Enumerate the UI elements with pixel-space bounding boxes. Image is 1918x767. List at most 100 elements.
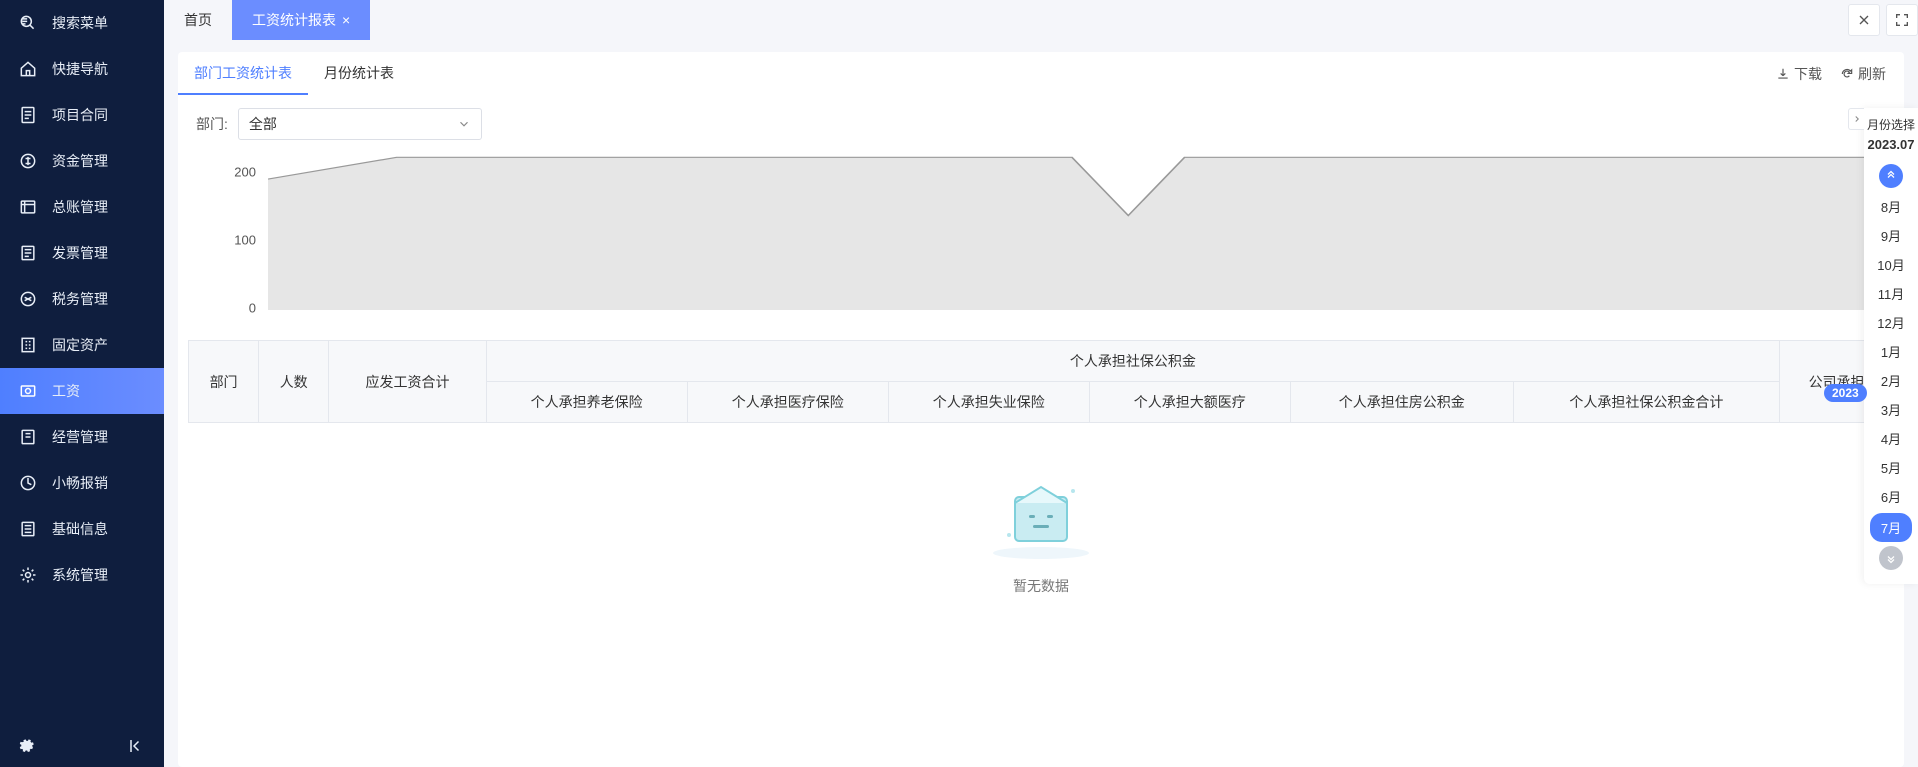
- year-badge: 2023: [1824, 384, 1867, 402]
- tab-salary-report[interactable]: 工资统计报表 ×: [232, 0, 370, 40]
- sidebar-item-label: 小畅报销: [52, 473, 108, 493]
- month-item-7月[interactable]: 7月: [1870, 513, 1912, 542]
- dept-select-value: 全部: [249, 114, 277, 134]
- sidebar-item-label: 搜索菜单: [52, 13, 108, 33]
- doc-icon: [18, 105, 38, 125]
- sidebar-item-label: 税务管理: [52, 289, 108, 309]
- month-item-4月[interactable]: 4月: [1864, 424, 1918, 453]
- col-p-medical: 个人承担医疗保险: [687, 382, 888, 423]
- refresh-button[interactable]: 刷新: [1840, 64, 1886, 84]
- sidebar-item-label: 工资: [52, 381, 80, 401]
- fullscreen-button[interactable]: [1886, 4, 1918, 36]
- sidebar-item-label: 总账管理: [52, 197, 108, 217]
- col-p-unemp: 个人承担失业保险: [888, 382, 1089, 423]
- sidebar-item-2[interactable]: 项目合同: [0, 92, 164, 138]
- col-p-pension: 个人承担养老保险: [486, 382, 687, 423]
- sidebar-item-8[interactable]: 工资: [0, 368, 164, 414]
- col-p-housing: 个人承担住房公积金: [1290, 382, 1513, 423]
- salary-icon: [18, 381, 38, 401]
- dept-select[interactable]: 全部: [238, 108, 482, 140]
- sidebar-item-label: 固定资产: [52, 335, 108, 355]
- empty-state: 暂无数据: [188, 423, 1894, 626]
- mgmt-icon: [18, 427, 38, 447]
- month-item-9月[interactable]: 9月: [1864, 221, 1918, 250]
- sidebar-item-4[interactable]: 总账管理: [0, 184, 164, 230]
- sidebar-item-3[interactable]: 资金管理: [0, 138, 164, 184]
- col-count: 人数: [259, 341, 329, 423]
- month-collapse-handle[interactable]: [1848, 108, 1864, 130]
- sidebar-item-label: 系统管理: [52, 565, 108, 585]
- home-icon: [18, 59, 38, 79]
- sidebar-item-label: 快捷导航: [52, 59, 108, 79]
- main-region: 首页 工资统计报表 × 部门工资统计表 月份统计表 下载: [164, 0, 1918, 767]
- invoice-icon: [18, 243, 38, 263]
- y-tick-0: 0: [249, 301, 256, 316]
- sidebar-item-5[interactable]: 发票管理: [0, 230, 164, 276]
- month-item-5月[interactable]: 5月: [1864, 453, 1918, 482]
- month-picker-title: 月份选择: [1864, 114, 1918, 135]
- inner-tab-month[interactable]: 月份统计表: [308, 52, 410, 95]
- sidebar-item-label: 发票管理: [52, 243, 108, 263]
- tabbar: 首页 工资统计报表 ×: [164, 0, 1918, 40]
- ledger-icon: [18, 197, 38, 217]
- col-p-total: 个人承担社保公积金合计: [1513, 382, 1780, 423]
- month-scroll-down[interactable]: [1879, 546, 1903, 570]
- empty-illustration-icon: [981, 463, 1101, 563]
- sidebar-item-label: 资金管理: [52, 151, 108, 171]
- sidebar-item-10[interactable]: 小畅报销: [0, 460, 164, 506]
- col-p-major: 个人承担大额医疗: [1089, 382, 1290, 423]
- search-icon: [18, 13, 38, 33]
- month-item-8月[interactable]: 8月: [1864, 192, 1918, 221]
- month-item-6月[interactable]: 6月: [1864, 482, 1918, 511]
- system-icon: [18, 565, 38, 585]
- building-icon: [18, 335, 38, 355]
- month-item-2月[interactable]: 2月: [1864, 366, 1918, 395]
- close-all-button[interactable]: [1848, 4, 1880, 36]
- close-icon[interactable]: ×: [342, 12, 350, 28]
- download-label: 下载: [1794, 64, 1822, 84]
- content-card: 部门工资统计表 月份统计表 下载 刷新 部门: 全部 2: [178, 52, 1904, 767]
- sidebar-footer: [0, 727, 164, 767]
- sidebar-item-9[interactable]: 经营管理: [0, 414, 164, 460]
- sidebar-item-label: 经营管理: [52, 427, 108, 447]
- chevron-down-icon: [457, 117, 471, 131]
- col-gross: 应发工资合计: [329, 341, 486, 423]
- month-item-3月[interactable]: 3月: [1864, 395, 1918, 424]
- salary-table: 部门 人数 应发工资合计 个人承担社保公积金 公司承担 个人承担养老保险 个人承…: [188, 340, 1894, 423]
- sidebar-item-label: 基础信息: [52, 519, 108, 539]
- sidebar: 搜索菜单快捷导航项目合同资金管理总账管理发票管理税务管理固定资产工资经营管理小畅…: [0, 0, 164, 767]
- sidebar-item-12[interactable]: 系统管理: [0, 552, 164, 598]
- month-item-12月[interactable]: 12月: [1864, 308, 1918, 337]
- y-tick-200: 200: [234, 164, 256, 179]
- month-picker: 月份选择 2023.07 8月9月10月11月12月1月2月3月4月5月6月7月…: [1864, 108, 1918, 584]
- sidebar-item-7[interactable]: 固定资产: [0, 322, 164, 368]
- month-picker-current: 2023.07: [1864, 135, 1918, 160]
- month-item-10月[interactable]: 10月: [1864, 250, 1918, 279]
- empty-text: 暂无数据: [188, 576, 1894, 596]
- month-scroll-up[interactable]: [1879, 164, 1903, 188]
- chart: 200 100 0: [178, 146, 1904, 340]
- month-item-1月[interactable]: 1月: [1864, 337, 1918, 366]
- y-tick-100: 100: [234, 233, 256, 248]
- tax-icon: [18, 289, 38, 309]
- sidebar-item-label: 项目合同: [52, 105, 108, 125]
- inner-tab-dept[interactable]: 部门工资统计表: [178, 52, 308, 95]
- reimburse-icon: [18, 473, 38, 493]
- col-dept: 部门: [189, 341, 259, 423]
- toolbar-right: 下载 刷新: [1776, 64, 1886, 84]
- coin-icon: [18, 151, 38, 171]
- sidebar-item-6[interactable]: 税务管理: [0, 276, 164, 322]
- collapse-sidebar-icon[interactable]: [128, 737, 146, 758]
- table-container[interactable]: 部门 人数 应发工资合计 个人承担社保公积金 公司承担 个人承担养老保险 个人承…: [178, 340, 1904, 626]
- refresh-label: 刷新: [1858, 64, 1886, 84]
- col-personal-group: 个人承担社保公积金: [486, 341, 1779, 382]
- tabbar-actions: [1848, 0, 1918, 40]
- settings-icon[interactable]: [18, 737, 36, 758]
- download-button[interactable]: 下载: [1776, 64, 1822, 84]
- sidebar-item-1[interactable]: 快捷导航: [0, 46, 164, 92]
- tab-home[interactable]: 首页: [164, 0, 232, 40]
- month-item-11月[interactable]: 11月: [1864, 279, 1918, 308]
- chart-plot: [268, 150, 1876, 310]
- sidebar-item-11[interactable]: 基础信息: [0, 506, 164, 552]
- sidebar-item-0[interactable]: 搜索菜单: [0, 0, 164, 46]
